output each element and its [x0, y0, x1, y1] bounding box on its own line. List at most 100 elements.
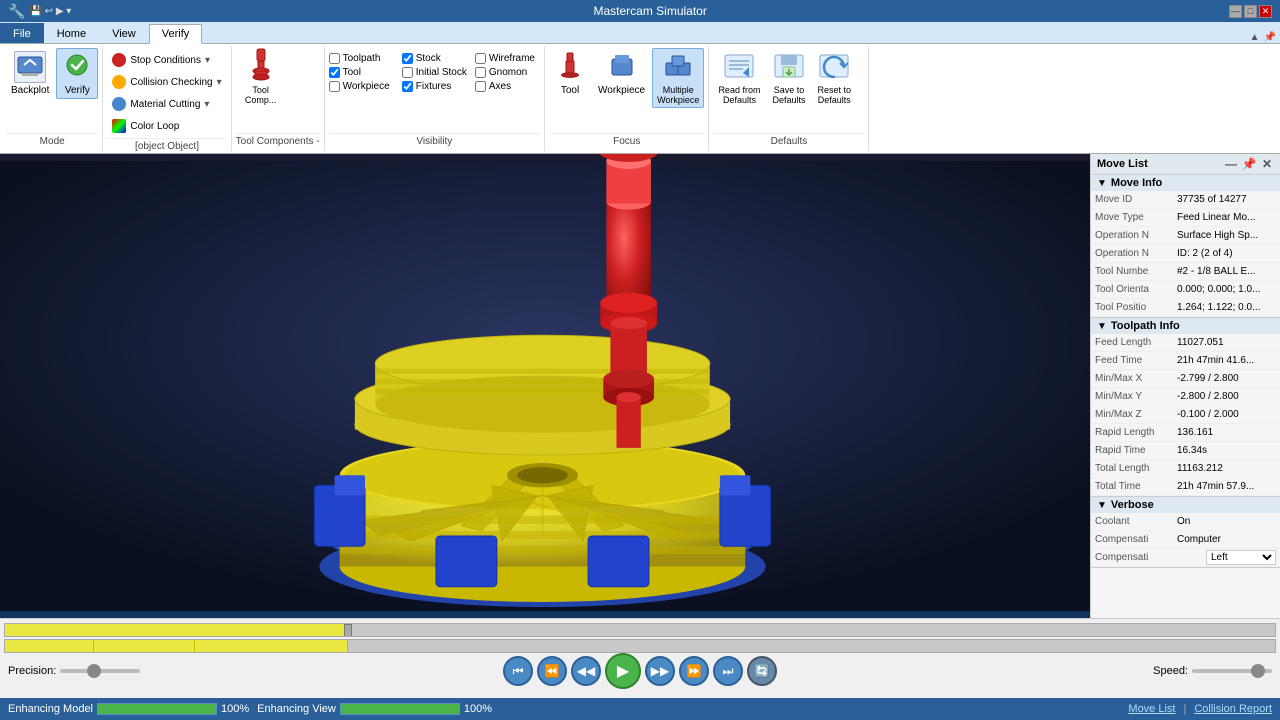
precision-slider[interactable] — [60, 669, 140, 673]
toolpath-info-header[interactable]: ▼ Toolpath Info — [1091, 318, 1280, 334]
wireframe-label: Wireframe — [489, 53, 535, 64]
backplot-button[interactable]: Backplot — [6, 48, 54, 99]
compensation2-row[interactable]: Compensati Left Right Center — [1091, 549, 1280, 567]
mode-group-label: Mode — [6, 133, 98, 149]
main-progress-bar-bg[interactable] — [4, 623, 1276, 637]
tool-position-label: Tool Positio — [1095, 302, 1177, 313]
workpiece-checkbox-row[interactable]: Workpiece — [329, 80, 394, 93]
enhancing-model-progress-bar — [97, 703, 217, 715]
fixtures-checkbox-row[interactable]: Fixtures — [402, 80, 467, 93]
tool-components-group-label: Tool Components - — [236, 133, 320, 149]
min-max-y-label: Min/Max Y — [1095, 391, 1177, 402]
tool-focus-button[interactable]: Tool — [549, 48, 591, 99]
collision-arrow: ▾ — [217, 77, 222, 88]
verify-button[interactable]: Verify — [56, 48, 98, 99]
minimize-button[interactable]: — — [1229, 5, 1242, 18]
step-back-button[interactable]: ⏪ — [537, 656, 567, 686]
main-progress-thumb[interactable] — [344, 624, 352, 637]
move-info-title: Move Info — [1111, 177, 1162, 189]
ribbon-pin-icon[interactable]: 📌 — [1264, 32, 1276, 43]
tool-checkbox[interactable] — [329, 67, 340, 78]
verbose-title: Verbose — [1111, 499, 1154, 511]
material-cutting-icon — [112, 97, 126, 111]
stock-checkbox-row[interactable]: Stock — [402, 52, 467, 65]
segment-progress-bar-bg[interactable] — [4, 639, 1276, 653]
maximize-button[interactable]: □ — [1244, 5, 1257, 18]
speed-slider[interactable] — [1192, 669, 1272, 673]
tool-components-button[interactable]: ToolComp... — [236, 48, 286, 108]
feed-time-value: 21h 47min 41.6... — [1177, 355, 1254, 366]
workpiece-focus-button[interactable]: Workpiece — [593, 48, 650, 99]
gnomon-checkbox-row[interactable]: Gnomon — [475, 66, 540, 79]
axes-checkbox-row[interactable]: Axes — [475, 80, 540, 93]
skip-to-start-button[interactable]: ⏮ — [503, 656, 533, 686]
collision-report-link[interactable]: Collision Report — [1194, 703, 1272, 715]
initial-stock-label: Initial Stock — [416, 67, 467, 78]
status-bar: Enhancing Model 100% Enhancing View 100%… — [0, 698, 1280, 720]
fast-forward-button[interactable]: ▶▶ — [645, 656, 675, 686]
initial-stock-checkbox-row[interactable]: Initial Stock — [402, 66, 467, 79]
main-progress-bar-row[interactable] — [4, 623, 1276, 637]
visibility-group-label: Visibility — [329, 133, 540, 149]
min-max-y-value: -2.800 / 2.800 — [1177, 391, 1239, 402]
skip-to-end-button[interactable]: ⏭ — [713, 656, 743, 686]
min-max-z-label: Min/Max Z — [1095, 409, 1177, 420]
close-button[interactable]: ✕ — [1259, 5, 1272, 18]
viewport[interactable] — [0, 154, 1090, 618]
color-loop-label: Color Loop — [130, 121, 179, 132]
gnomon-checkbox[interactable] — [475, 67, 486, 78]
panel-minimize-button[interactable]: — — [1224, 157, 1238, 171]
min-max-y-row: Min/Max Y -2.800 / 2.800 — [1091, 388, 1280, 406]
tab-home[interactable]: Home — [44, 23, 99, 43]
stop-conditions-button[interactable]: Stop Conditions ▾ — [107, 50, 226, 70]
workpiece-checkbox[interactable] — [329, 81, 340, 92]
color-loop-button[interactable]: Color Loop — [107, 116, 226, 136]
move-list-link[interactable]: Move List — [1128, 703, 1175, 715]
viewport-svg — [0, 154, 1090, 618]
toolpath-checkbox-row[interactable]: Toolpath — [329, 52, 394, 65]
reset-to-defaults-button[interactable]: Reset toDefaults — [813, 48, 857, 108]
panel-scroll-area[interactable]: ▼ Move Info Move ID 37735 of 14277 Move … — [1091, 175, 1280, 618]
read-from-defaults-button[interactable]: Read fromDefaults — [713, 48, 765, 108]
verbose-header[interactable]: ▼ Verbose — [1091, 497, 1280, 513]
axes-checkbox[interactable] — [475, 81, 486, 92]
material-cutting-button[interactable]: Material Cutting ▾ — [107, 94, 226, 114]
stock-checkbox[interactable] — [402, 53, 413, 64]
save-to-defaults-button[interactable]: Save toDefaults — [767, 48, 810, 108]
move-type-label: Move Type — [1095, 212, 1177, 223]
move-info-collapse-icon: ▼ — [1097, 178, 1107, 189]
multiple-workpiece-focus-button[interactable]: MultipleWorkpiece — [652, 48, 704, 108]
verify-icon — [61, 51, 93, 83]
compensation2-select[interactable]: Left Right Center — [1206, 550, 1276, 565]
panel-close-button[interactable]: ✕ — [1260, 157, 1274, 171]
rapid-time-row: Rapid Time 16.34s — [1091, 442, 1280, 460]
step-forward-button[interactable]: ⏩ — [679, 656, 709, 686]
enhancing-view-status: Enhancing View 100% — [257, 703, 492, 715]
initial-stock-checkbox[interactable] — [402, 67, 413, 78]
tool-checkbox-row[interactable]: Tool — [329, 66, 394, 79]
tab-file[interactable]: File — [0, 23, 44, 43]
min-max-z-value: -0.100 / 2.000 — [1177, 409, 1239, 420]
wireframe-checkbox[interactable] — [475, 53, 486, 64]
fixtures-checkbox[interactable] — [402, 81, 413, 92]
loop-button[interactable]: 🔄 — [747, 656, 777, 686]
tab-view[interactable]: View — [99, 23, 149, 43]
segment-progress-bar-row[interactable] — [4, 639, 1276, 653]
panel-pin-button[interactable]: 📌 — [1242, 157, 1256, 171]
move-type-value: Feed Linear Mo... — [1177, 212, 1255, 223]
toolpath-checkbox[interactable] — [329, 53, 340, 64]
rewind-button[interactable]: ◀◀ — [571, 656, 601, 686]
move-info-header[interactable]: ▼ Move Info — [1091, 175, 1280, 191]
wireframe-checkbox-row[interactable]: Wireframe — [475, 52, 540, 65]
material-cutting-label: Material Cutting — [130, 99, 200, 110]
rapid-time-label: Rapid Time — [1095, 445, 1177, 456]
play-button[interactable]: ▶ — [605, 653, 641, 689]
workpiece-label: Workpiece — [343, 81, 390, 92]
ribbon-collapse-icon[interactable]: ▲ — [1250, 32, 1260, 43]
min-max-z-row: Min/Max Z -0.100 / 2.000 — [1091, 406, 1280, 424]
tab-verify[interactable]: Verify — [149, 24, 203, 44]
bottom-area: Precision: ⏮ ⏪ ◀◀ ▶ ▶▶ ⏩ ⏭ 🔄 Speed: — [0, 618, 1280, 698]
ribbon-group-visibility-content: Toolpath Stock Wireframe Tool Initial St… — [329, 48, 540, 133]
collision-checking-button[interactable]: Collision Checking ▾ — [107, 72, 226, 92]
window-controls[interactable]: — □ ✕ — [1229, 5, 1272, 18]
